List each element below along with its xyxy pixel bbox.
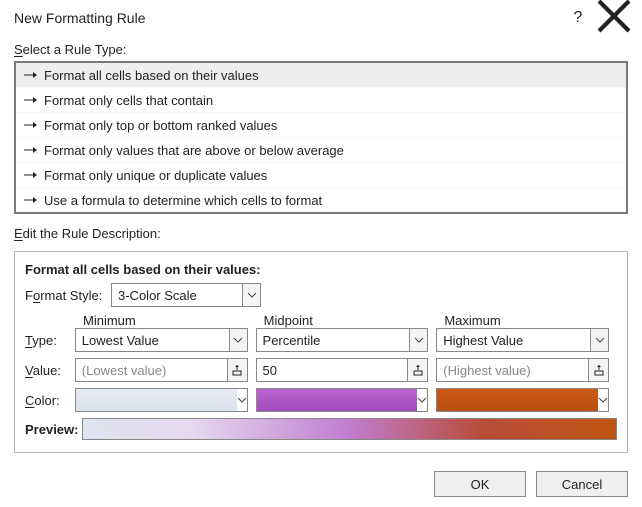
rule-description-panel: Format all cells based on their values: … (14, 251, 628, 453)
chevron-down-icon (409, 329, 427, 351)
type-row-label: Type: (25, 333, 75, 348)
rule-type-item-label: Format only cells that contain (44, 93, 213, 108)
chevron-down-icon (417, 393, 427, 408)
mid-type-select[interactable]: Percentile (256, 328, 429, 352)
rule-type-item-label: Format only top or bottom ranked values (44, 118, 277, 133)
format-style-value: 3-Color Scale (118, 288, 242, 303)
chevron-down-icon (242, 284, 260, 306)
close-button[interactable] (596, 0, 632, 38)
color-row-label: Color: (25, 393, 75, 408)
arrow-right-icon (22, 192, 38, 208)
mid-value-input[interactable]: 50 (256, 358, 429, 382)
chevron-down-icon (590, 329, 608, 351)
arrow-right-icon (22, 92, 38, 108)
range-select-icon[interactable] (407, 359, 427, 381)
max-value-input[interactable]: (Highest value) (436, 358, 609, 382)
format-style-select[interactable]: 3-Color Scale (111, 283, 261, 307)
col-header-max: Maximum (444, 313, 617, 328)
rule-type-item[interactable]: Format only top or bottom ranked values (16, 112, 626, 137)
range-select-icon[interactable] (227, 359, 247, 381)
min-value-input[interactable]: (Lowest value) (75, 358, 248, 382)
arrow-right-icon (22, 117, 38, 133)
max-type-select[interactable]: Highest Value (436, 328, 609, 352)
select-rule-type-label: Select a Rule Type: (14, 42, 628, 57)
dialog-footer: OK Cancel (0, 463, 642, 497)
ok-button[interactable]: OK (434, 471, 526, 497)
max-color-select[interactable] (436, 388, 609, 412)
dialog-title: New Formatting Rule (14, 10, 146, 26)
rule-type-item[interactable]: Format only values that are above or bel… (16, 137, 626, 162)
rule-type-item[interactable]: Use a formula to determine which cells t… (16, 187, 626, 212)
rule-type-item-label: Format only unique or duplicate values (44, 168, 267, 183)
rule-type-item[interactable]: Format all cells based on their values (16, 63, 626, 87)
rule-type-item-label: Format only values that are above or bel… (44, 143, 344, 158)
min-type-select[interactable]: Lowest Value (75, 328, 248, 352)
desc-caption: Format all cells based on their values: (25, 262, 617, 277)
min-color-select[interactable] (75, 388, 248, 412)
rule-type-item[interactable]: Format only unique or duplicate values (16, 162, 626, 187)
help-button[interactable]: ? (560, 9, 596, 27)
rule-type-item-label: Format all cells based on their values (44, 68, 259, 83)
rule-type-item-label: Use a formula to determine which cells t… (44, 193, 322, 208)
cancel-button[interactable]: Cancel (536, 471, 628, 497)
col-header-mid: Midpoint (264, 313, 437, 328)
chevron-down-icon (598, 393, 608, 408)
mid-color-select[interactable] (256, 388, 429, 412)
arrow-right-icon (22, 167, 38, 183)
arrow-right-icon (22, 142, 38, 158)
edit-rule-desc-label: Edit the Rule Description: (14, 226, 628, 241)
col-header-min: Minimum (83, 313, 256, 328)
format-style-label: Format Style: (25, 288, 111, 303)
color-swatch (257, 389, 418, 411)
range-select-icon[interactable] (588, 359, 608, 381)
chevron-down-icon (229, 329, 247, 351)
value-row-label: Value: (25, 363, 75, 378)
rule-type-list[interactable]: Format all cells based on their values F… (14, 61, 628, 214)
rule-type-item[interactable]: Format only cells that contain (16, 87, 626, 112)
title-bar: New Formatting Rule ? (0, 0, 642, 36)
color-swatch (437, 389, 598, 411)
preview-label: Preview: (25, 422, 78, 437)
chevron-down-icon (237, 393, 247, 408)
arrow-right-icon (22, 67, 38, 83)
preview-gradient (82, 418, 617, 440)
color-swatch (76, 389, 237, 411)
